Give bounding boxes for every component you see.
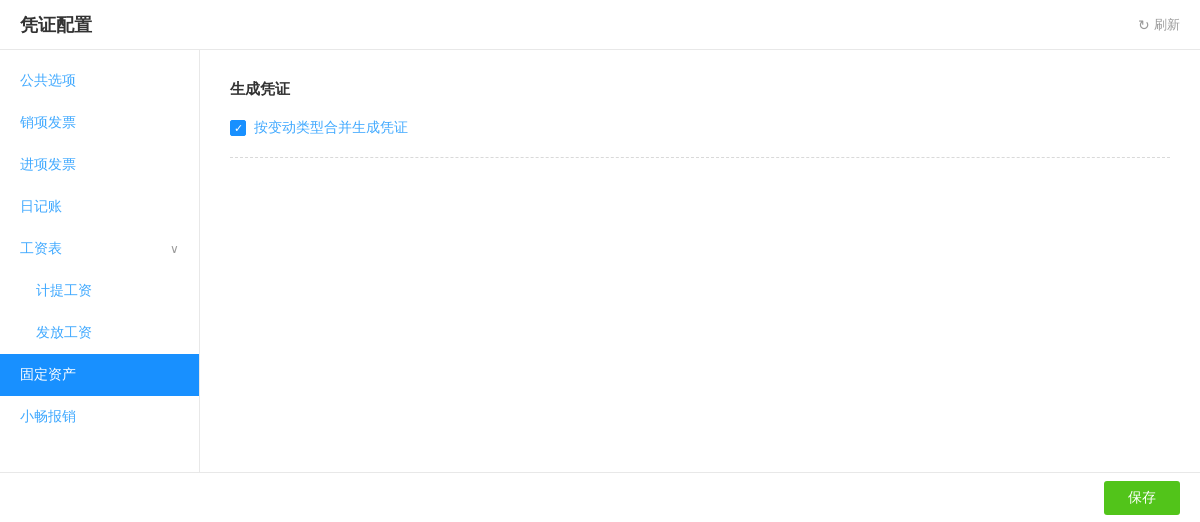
sidebar-item-expense-reimbursement[interactable]: 小畅报销: [0, 396, 199, 438]
refresh-label: 刷新: [1154, 16, 1180, 34]
sidebar-item-label: 计提工资: [36, 282, 92, 300]
sidebar-item-fixed-assets[interactable]: 固定资产: [0, 354, 199, 396]
sidebar-item-sales-invoice[interactable]: 销项发票: [0, 102, 199, 144]
sidebar-item-label: 发放工资: [36, 324, 92, 342]
body: 公共选项销项发票进项发票日记账工资表 ∨ 计提工资发放工资固定资产小畅报销 生成凭证…: [0, 50, 1200, 472]
sidebar-item-commission-payroll[interactable]: 计提工资: [0, 270, 199, 312]
sidebar-item-label: 日记账: [20, 198, 62, 216]
save-button[interactable]: 保存: [1104, 481, 1180, 515]
refresh-button[interactable]: ↻ 刷新: [1138, 16, 1180, 34]
page-title: 凭证配置: [20, 13, 92, 37]
sidebar: 公共选项销项发票进项发票日记账工资表 ∨ 计提工资发放工资固定资产小畅报销: [0, 50, 200, 472]
page-wrapper: 凭证配置 ↻ 刷新 公共选项销项发票进项发票日记账工资表 ∨ 计提工资发放工资固定资…: [0, 0, 1200, 522]
sidebar-item-purchase-invoice[interactable]: 进项发票: [0, 144, 199, 186]
chevron-down-icon: ∨: [170, 242, 179, 256]
checkmark-icon: ✓: [234, 123, 243, 134]
sidebar-item-label: 工资表: [20, 240, 62, 258]
sidebar-item-label: 公共选项: [20, 72, 76, 90]
sidebar-item-public-options[interactable]: 公共选项: [0, 60, 199, 102]
main-content: 生成凭证 ✓ 按变动类型合并生成凭证: [200, 50, 1200, 472]
sidebar-item-payroll-table[interactable]: 工资表 ∨: [0, 228, 199, 270]
section-divider: [230, 157, 1170, 158]
sidebar-item-label: 进项发票: [20, 156, 76, 174]
sidebar-item-label: 销项发票: [20, 114, 76, 132]
section-title: 生成凭证: [230, 80, 1170, 99]
sidebar-item-distribute-payroll[interactable]: 发放工资: [0, 312, 199, 354]
sidebar-item-label: 小畅报销: [20, 408, 76, 426]
sidebar-item-journal[interactable]: 日记账: [0, 186, 199, 228]
merge-voucher-row: ✓ 按变动类型合并生成凭证: [230, 119, 1170, 137]
sidebar-item-label: 固定资产: [20, 366, 76, 384]
refresh-icon: ↻: [1138, 17, 1150, 33]
footer: 保存: [0, 472, 1200, 522]
merge-voucher-checkbox[interactable]: ✓: [230, 120, 246, 136]
merge-voucher-label: 按变动类型合并生成凭证: [254, 119, 408, 137]
header: 凭证配置 ↻ 刷新: [0, 0, 1200, 50]
